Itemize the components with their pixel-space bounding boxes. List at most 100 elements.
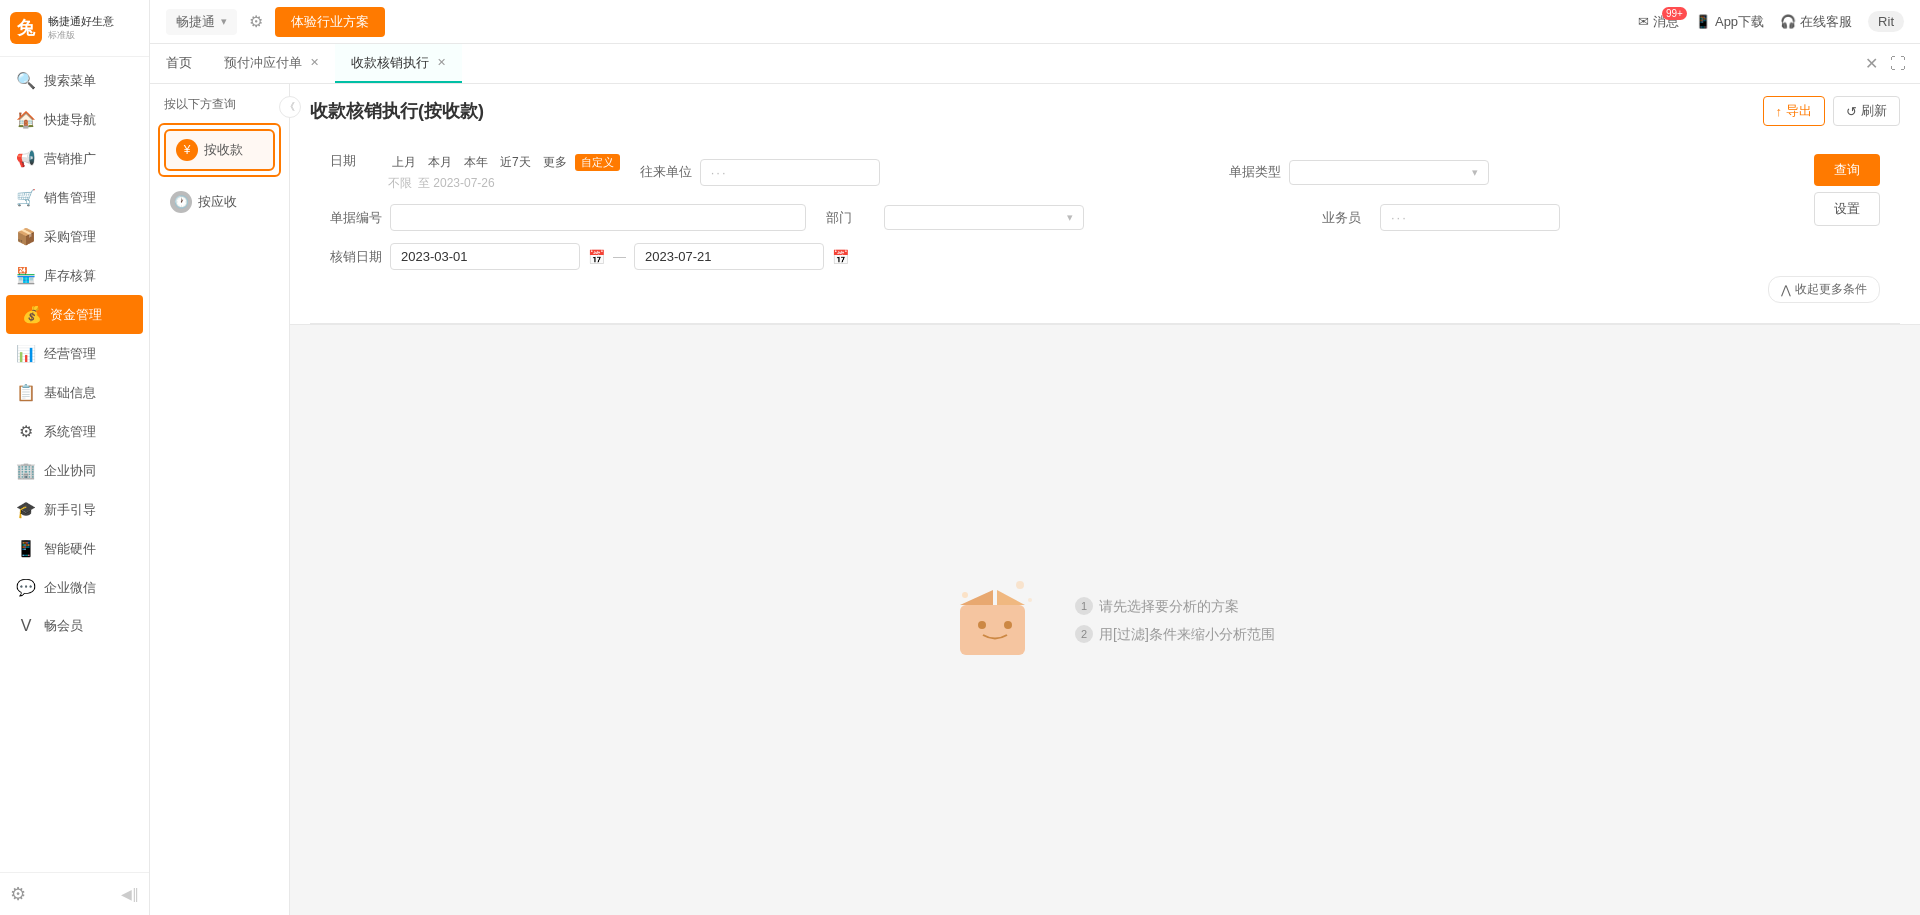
- dept-chevron-icon: ▾: [1067, 211, 1073, 224]
- system-icon: ⚙: [16, 422, 36, 441]
- collapse-more-button[interactable]: ⋀ 收起更多条件: [1768, 276, 1880, 303]
- sales-label: 销售管理: [44, 189, 96, 207]
- filter-row-2: 单据编号 部门 ▾: [330, 204, 1798, 231]
- date-more[interactable]: 更多: [539, 152, 571, 173]
- form-settings-button[interactable]: 设置: [1814, 192, 1880, 226]
- filter-by-receipt[interactable]: ¥ 按收款: [164, 129, 275, 171]
- online-service-link[interactable]: 🎧 在线客服: [1780, 13, 1852, 31]
- filter-selected-box: ¥ 按收款: [158, 123, 281, 177]
- tab-receipt-close-icon[interactable]: ✕: [437, 56, 446, 69]
- sidebar-settings-icon[interactable]: ⚙: [10, 883, 26, 905]
- filter-receipt-icon: ¥: [176, 139, 198, 161]
- app-download-link[interactable]: 📱 App下载: [1695, 13, 1764, 31]
- counterparty-select[interactable]: ···: [700, 159, 880, 186]
- operation-label: 经营管理: [44, 345, 96, 363]
- header-settings-icon[interactable]: ⚙: [249, 12, 263, 31]
- quick-nav-icon: 🏠: [16, 110, 36, 129]
- staff-field: 业务员 ···: [1322, 204, 1798, 231]
- sidebar-item-inventory[interactable]: 🏪库存核算: [0, 256, 149, 295]
- sidebar-item-sales[interactable]: 🛒 销售管理: [0, 178, 149, 217]
- smart-hw-label: 智能硬件: [44, 540, 96, 558]
- verify-date-start-input[interactable]: [390, 243, 580, 270]
- sales-icon: 🛒: [16, 188, 36, 207]
- date-unlimited-text: 不限: [388, 175, 412, 192]
- date-last-month[interactable]: 上月: [388, 152, 420, 173]
- funds-icon: 💰: [22, 305, 42, 324]
- date-this-year[interactable]: 本年: [460, 152, 492, 173]
- sidebar-item-marketing[interactable]: 📢营销推广: [0, 139, 149, 178]
- logo-icon: 兔: [10, 12, 42, 44]
- logo-badge: 标准版: [48, 29, 114, 42]
- export-icon: ↑: [1776, 104, 1783, 119]
- header-brand[interactable]: 畅捷通 ▾: [166, 9, 237, 35]
- verify-date-end-input[interactable]: [634, 243, 824, 270]
- sidebar-item-wechat[interactable]: 💬企业微信: [0, 568, 149, 607]
- verify-date-label: 核销日期: [330, 248, 382, 266]
- sidebar-item-purchase[interactable]: 📦采购管理: [0, 217, 149, 256]
- filter-panel-toggle-btn[interactable]: 《: [279, 96, 301, 118]
- verify-date-start-cal-icon[interactable]: 📅: [588, 249, 605, 265]
- user-label[interactable]: Rit: [1868, 11, 1904, 32]
- verify-date-field: 核销日期 📅 — 📅: [330, 243, 849, 270]
- sidebar-item-smart-hw[interactable]: 📱智能硬件: [0, 529, 149, 568]
- bill-no-input[interactable]: [390, 204, 806, 231]
- tab-prepay[interactable]: 预付冲应付单 ✕: [208, 44, 335, 83]
- page-title: 收款核销执行(按收款): [310, 99, 484, 123]
- tab-prepay-close-icon[interactable]: ✕: [310, 56, 319, 69]
- filter-receivable-icon: 🕐: [170, 191, 192, 213]
- tab-bar: 首页 预付冲应付单 ✕ 收款核销执行 ✕ ✕ ⛶: [150, 44, 1920, 84]
- dept-label: 部门: [826, 209, 876, 227]
- staff-select[interactable]: ···: [1380, 204, 1560, 231]
- empty-svg: [945, 570, 1045, 670]
- filter-receipt-label: 按收款: [204, 141, 243, 159]
- header-right: ✉ 消息 99+ 📱 App下载 🎧 在线客服 Rit: [1638, 11, 1904, 32]
- bill-type-label: 单据类型: [1229, 163, 1281, 181]
- message-button[interactable]: ✉ 消息 99+: [1638, 13, 1679, 31]
- sidebar-item-funds[interactable]: 💰资金管理: [6, 295, 143, 334]
- verify-date-end-cal-icon[interactable]: 📅: [832, 249, 849, 265]
- sidebar-collapse-btn[interactable]: ◀‖: [121, 886, 139, 902]
- date-7days[interactable]: 近7天: [496, 152, 535, 173]
- guide-label: 新手引导: [44, 501, 96, 519]
- tab-close-all-icon[interactable]: ✕: [1861, 50, 1882, 77]
- date-this-month[interactable]: 本月: [424, 152, 456, 173]
- dept-select[interactable]: ▾: [884, 205, 1084, 230]
- date-field: 日期 上月 本月 本年 近7天 更多: [330, 152, 620, 192]
- refresh-button[interactable]: ↺ 刷新: [1833, 96, 1900, 126]
- bill-type-select[interactable]: ▾: [1289, 160, 1489, 185]
- filter-form: 日期 上月 本月 本年 近7天 更多: [310, 138, 1900, 324]
- content-area: 按以下方查询 ¥ 按收款 🕐 按应收 《 收款核销执: [150, 84, 1920, 915]
- sidebar-item-quick-nav[interactable]: 🏠快捷导航: [0, 100, 149, 139]
- filter-by-receivable[interactable]: 🕐 按应收: [158, 181, 281, 223]
- export-button[interactable]: ↑ 导出: [1763, 96, 1826, 126]
- search-menu-icon: 🔍: [16, 71, 36, 90]
- basic-info-label: 基础信息: [44, 384, 96, 402]
- date-to-text: 至 2023-07-26: [418, 175, 495, 192]
- query-button[interactable]: 查询: [1814, 154, 1880, 186]
- tab-expand-icon[interactable]: ⛶: [1886, 51, 1910, 77]
- sidebar-item-member[interactable]: V畅会员: [0, 607, 149, 645]
- empty-text: 1 请先选择要分析的方案 2 用[过滤]条件来缩小分析范围: [1075, 592, 1275, 648]
- bill-no-label: 单据编号: [330, 209, 382, 227]
- bill-type-chevron-icon: ▾: [1472, 166, 1478, 179]
- empty-state: 1 请先选择要分析的方案 2 用[过滤]条件来缩小分析范围: [290, 325, 1920, 915]
- enterprise-label: 企业协同: [44, 462, 96, 480]
- sidebar-item-operation[interactable]: 📊 经营管理: [0, 334, 149, 373]
- sidebar-item-enterprise[interactable]: 🏢企业协同: [0, 451, 149, 490]
- filter-row-3: 核销日期 📅 — 📅: [330, 243, 1798, 270]
- date-custom-badge[interactable]: 自定义: [575, 154, 620, 171]
- sidebar-item-guide[interactable]: 🎓新手引导: [0, 490, 149, 529]
- sidebar-item-system[interactable]: ⚙系统管理: [0, 412, 149, 451]
- sidebar-logo: 兔 畅捷通好生意 标准版: [0, 0, 149, 57]
- sidebar-item-basic-info[interactable]: 📋基础信息: [0, 373, 149, 412]
- brand-name-text: 畅捷通: [176, 13, 215, 31]
- tab-receipt[interactable]: 收款核销执行 ✕: [335, 44, 462, 83]
- operation-icon: 📊: [16, 344, 36, 363]
- svg-rect-0: [960, 605, 1025, 655]
- sidebar: 兔 畅捷通好生意 标准版 🔍搜索菜单🏠快捷导航📢营销推广 🛒 销售管理 📦采购管理🏪库…: [0, 0, 150, 915]
- svg-point-3: [978, 621, 986, 629]
- member-label: 畅会员: [44, 617, 83, 635]
- tab-home[interactable]: 首页: [150, 44, 208, 83]
- solution-button[interactable]: 体验行业方案: [275, 7, 385, 37]
- sidebar-item-search-menu[interactable]: 🔍搜索菜单: [0, 61, 149, 100]
